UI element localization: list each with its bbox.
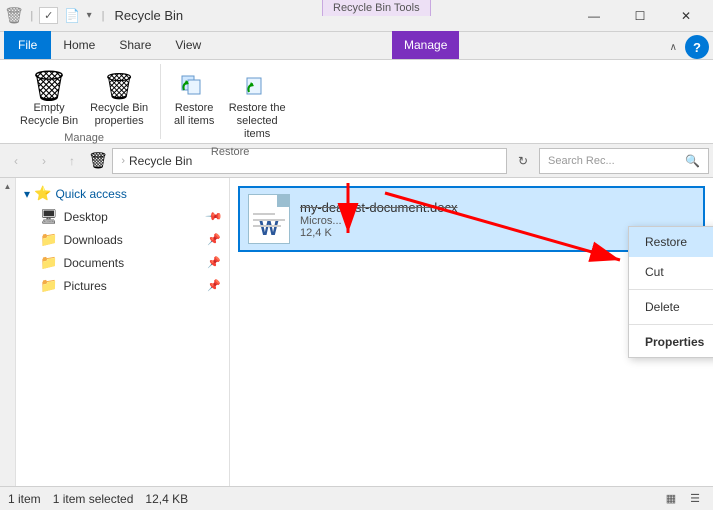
recycle-bin-properties-label: Recycle Bin properties bbox=[90, 102, 148, 128]
search-placeholder: Search Rec... bbox=[548, 155, 615, 167]
documents-label: Documents bbox=[63, 256, 124, 270]
address-bar: ‹ › ↑ 🗑 › Recycle Bin ↻ Search Rec... 🔍 bbox=[0, 144, 713, 178]
location-icon: 🗑 bbox=[88, 151, 108, 171]
collapse-ribbon-icon[interactable]: ∧ bbox=[666, 40, 681, 55]
restore-items: Restore all items Restore the selected i… bbox=[169, 64, 291, 144]
desktop-pin-icon: 📌 bbox=[205, 207, 224, 226]
list-view-button[interactable]: ☰ bbox=[685, 490, 705, 508]
context-menu-restore[interactable]: Restore bbox=[629, 227, 713, 257]
pictures-icon: 📁 bbox=[40, 277, 57, 294]
selected-info: 1 item selected bbox=[53, 492, 134, 506]
context-menu: Restore Cut Delete Properties bbox=[628, 226, 713, 358]
breadcrumb-location: Recycle Bin bbox=[129, 154, 192, 168]
address-input[interactable]: › Recycle Bin bbox=[112, 148, 507, 174]
recycle-tools-label: Recycle Bin Tools bbox=[322, 0, 431, 16]
grid-view-button[interactable]: ▦ bbox=[661, 490, 681, 508]
title-bar-dropdown[interactable]: ▾ bbox=[87, 10, 92, 21]
refresh-button[interactable]: ↻ bbox=[511, 149, 535, 173]
back-button[interactable]: ‹ bbox=[4, 149, 28, 173]
empty-recycle-bin-label: Empty Recycle Bin bbox=[20, 102, 78, 128]
help-button[interactable]: ? bbox=[685, 35, 709, 59]
downloads-pin-icon: 📌 bbox=[207, 233, 221, 246]
sidebar-item-pictures[interactable]: 📁 Pictures 📌 bbox=[16, 274, 229, 297]
sidebar-item-desktop[interactable]: 🖥 Desktop 📌 bbox=[16, 205, 229, 228]
tab-file[interactable]: File bbox=[4, 31, 51, 59]
pictures-label: Pictures bbox=[63, 279, 106, 293]
status-bar: 1 item 1 item selected 12,4 KB ▦ ☰ bbox=[0, 486, 713, 510]
sidebar-item-quick-access[interactable]: ▾ ⭐ Quick access bbox=[16, 182, 229, 205]
recycle-bin-properties-button[interactable]: 🗑 Recycle Bin properties bbox=[86, 68, 152, 130]
word-w-icon: W bbox=[260, 219, 279, 239]
title-bar-icon1: 🗑 bbox=[4, 6, 24, 26]
title-bar-separator1: | bbox=[30, 10, 33, 22]
search-box[interactable]: Search Rec... 🔍 bbox=[539, 148, 709, 174]
quick-access-label: Quick access bbox=[55, 187, 126, 201]
breadcrumb-chevron: › bbox=[121, 155, 125, 167]
title-bar-icon3: 📄 bbox=[64, 8, 80, 24]
minimize-button[interactable]: — bbox=[571, 0, 617, 32]
properties-icon: 🗑 bbox=[103, 70, 135, 102]
tab-share[interactable]: Share bbox=[107, 31, 163, 59]
title-bar-left: 🗑 | ✓ 📄 ▾ | Recycle Bin bbox=[4, 6, 571, 26]
view-controls: ▦ ☰ bbox=[661, 490, 705, 508]
window-controls: — ☐ ✕ bbox=[571, 0, 709, 32]
window-title: Recycle Bin bbox=[114, 8, 183, 23]
file-type-icon: W bbox=[248, 194, 290, 244]
documents-pin-icon: 📌 bbox=[207, 256, 221, 269]
file-size-info: 12,4 KB bbox=[145, 492, 188, 506]
ribbon-group-manage: 🗑 Empty Recycle Bin 🗑 Recycle Bin proper… bbox=[8, 64, 161, 139]
downloads-label: Downloads bbox=[63, 233, 122, 247]
file-type: Micros... bbox=[300, 215, 695, 227]
ribbon-group-restore: Restore all items Restore the selected i… bbox=[161, 64, 299, 139]
restore-group-label: Restore bbox=[211, 144, 250, 158]
sidebar-scroll-up[interactable]: ▲ bbox=[0, 178, 16, 486]
tab-manage[interactable]: Manage bbox=[392, 31, 459, 59]
sidebar-item-documents[interactable]: 📁 Documents 📌 bbox=[16, 251, 229, 274]
restore-selected-icon bbox=[241, 70, 273, 102]
context-menu-delete[interactable]: Delete bbox=[629, 292, 713, 322]
documents-icon: 📁 bbox=[40, 254, 57, 271]
title-bar-separator2: | bbox=[102, 10, 105, 22]
manage-group-label: Manage bbox=[64, 130, 104, 144]
ribbon-tabs: File Home Share View Manage ∧ ? bbox=[0, 32, 713, 60]
downloads-icon: 📁 bbox=[40, 231, 57, 248]
ribbon-content: 🗑 Empty Recycle Bin 🗑 Recycle Bin proper… bbox=[0, 60, 713, 144]
forward-button[interactable]: › bbox=[32, 149, 56, 173]
restore-all-icon bbox=[178, 70, 210, 102]
sidebar-item-downloads[interactable]: 📁 Downloads 📌 bbox=[16, 228, 229, 251]
scroll-up-arrow: ▲ bbox=[4, 182, 12, 191]
context-menu-separator2 bbox=[629, 324, 713, 325]
close-button[interactable]: ✕ bbox=[663, 0, 709, 32]
up-button[interactable]: ↑ bbox=[60, 149, 84, 173]
restore-selected-label: Restore the selected items bbox=[227, 102, 287, 142]
sidebar: ▾ ⭐ Quick access 🖥 Desktop 📌 📁 Downloads… bbox=[16, 178, 230, 486]
manage-items: 🗑 Empty Recycle Bin 🗑 Recycle Bin proper… bbox=[16, 64, 152, 130]
item-count: 1 item bbox=[8, 492, 41, 506]
context-menu-properties[interactable]: Properties bbox=[629, 327, 713, 357]
pictures-pin-icon: 📌 bbox=[207, 279, 221, 292]
restore-selected-button[interactable]: Restore the selected items bbox=[223, 68, 291, 144]
content-area: W my-dearest-document.docx Micros... 12,… bbox=[230, 178, 713, 486]
empty-recycle-bin-button[interactable]: 🗑 Empty Recycle Bin bbox=[16, 68, 82, 130]
desktop-icon: 🖥 bbox=[40, 208, 58, 225]
tab-home[interactable]: Home bbox=[51, 31, 107, 59]
context-menu-cut[interactable]: Cut bbox=[629, 257, 713, 287]
title-bar-icon2[interactable]: ✓ bbox=[39, 7, 58, 24]
restore-all-items-button[interactable]: Restore all items bbox=[169, 68, 219, 130]
file-name: my-dearest-document.docx bbox=[300, 200, 695, 215]
search-icon: 🔍 bbox=[685, 154, 700, 168]
recycle-bin-empty-icon: 🗑 bbox=[33, 70, 65, 102]
main-area: ▲ ▾ ⭐ Quick access 🖥 Desktop 📌 📁 Downloa… bbox=[0, 178, 713, 486]
desktop-label: Desktop bbox=[64, 210, 108, 224]
tab-view[interactable]: View bbox=[163, 31, 213, 59]
restore-all-label: Restore all items bbox=[174, 102, 214, 128]
expand-icon: ▾ bbox=[24, 187, 30, 201]
maximize-button[interactable]: ☐ bbox=[617, 0, 663, 32]
title-bar: 🗑 | ✓ 📄 ▾ | Recycle Bin Recycle Bin Tool… bbox=[0, 0, 713, 32]
context-menu-separator bbox=[629, 289, 713, 290]
quick-access-star-icon: ⭐ bbox=[34, 185, 51, 202]
